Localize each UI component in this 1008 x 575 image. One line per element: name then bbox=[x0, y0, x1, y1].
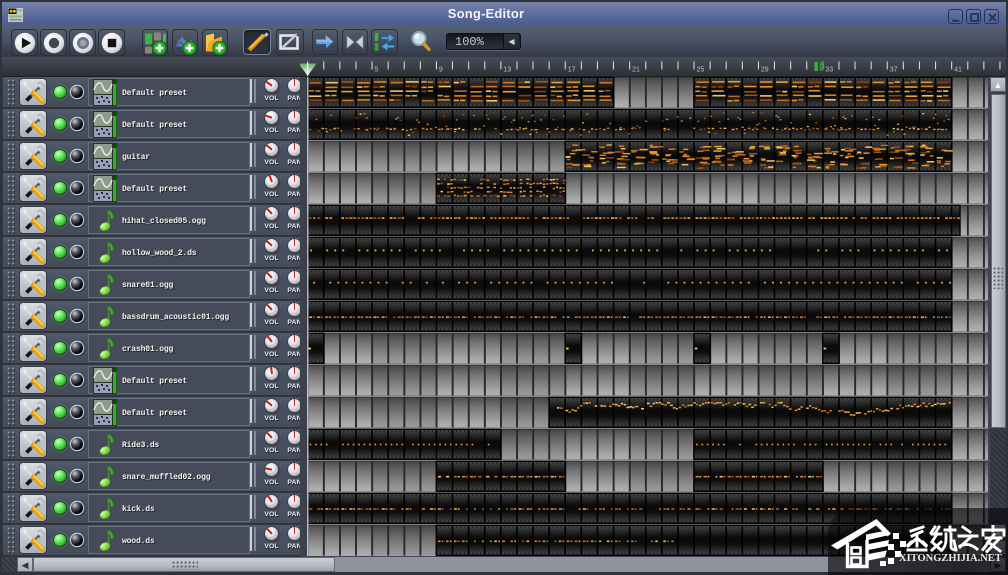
svg-text:41: 41 bbox=[954, 67, 962, 74]
svg-text:13: 13 bbox=[503, 67, 511, 74]
svg-text:33: 33 bbox=[825, 67, 833, 74]
svg-text:25: 25 bbox=[697, 67, 705, 74]
svg-text:17: 17 bbox=[568, 67, 576, 74]
svg-text:21: 21 bbox=[632, 67, 640, 74]
svg-text:29: 29 bbox=[761, 67, 769, 74]
svg-text:37: 37 bbox=[890, 67, 898, 74]
svg-text:5: 5 bbox=[375, 67, 379, 74]
svg-text:9: 9 bbox=[439, 67, 443, 74]
